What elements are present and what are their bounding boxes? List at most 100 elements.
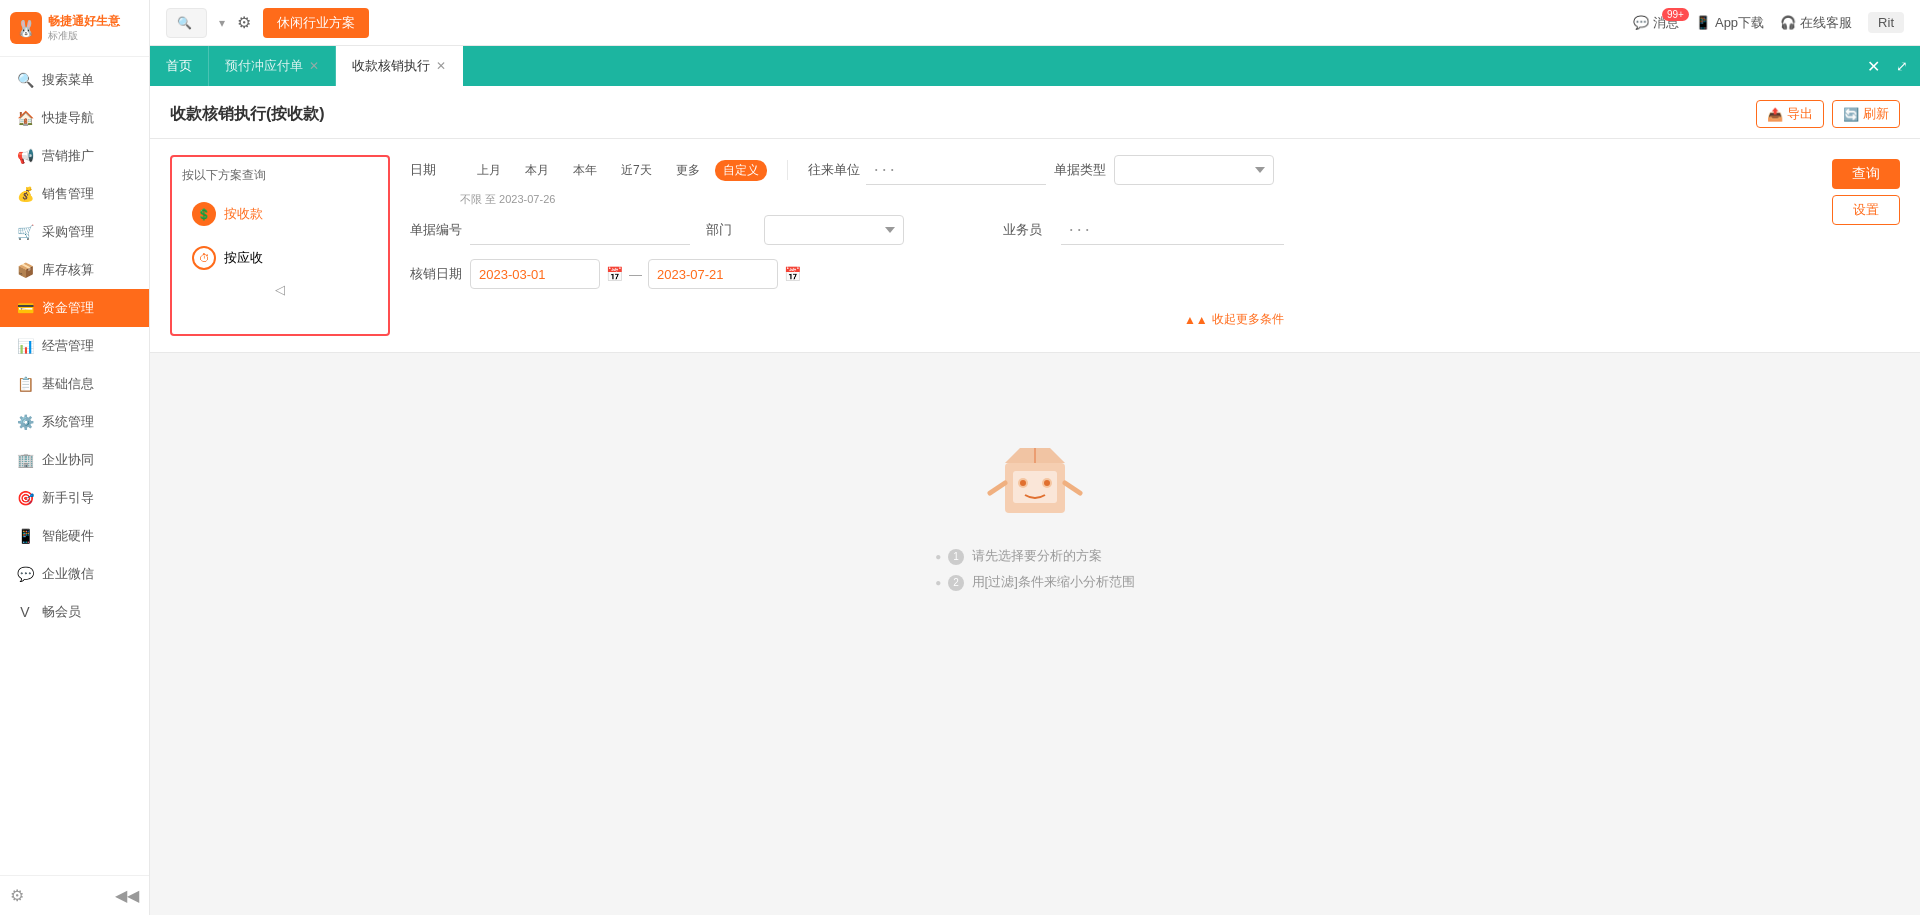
message-badge: 99+ xyxy=(1662,8,1689,21)
verify-date-label: 核销日期 xyxy=(410,265,462,283)
sidebar-item-operations[interactable]: 📊经营管理 xyxy=(0,327,149,365)
expand-tabs-icon[interactable]: ⤢ xyxy=(1892,54,1912,78)
verify-date-start[interactable] xyxy=(470,259,600,289)
date-shortcuts: 上月 本月 本年 近7天 更多 自定义 xyxy=(468,158,767,183)
topbar: 🔍 ▾ ⚙ 休闲行业方案 💬 消息 99+ 📱 App下载 🎧 在线客服 Rit xyxy=(150,0,1920,46)
sidebar-item-hardware[interactable]: 📱 智能硬件 xyxy=(0,517,149,555)
nav-label-sales: 销售管理 xyxy=(42,185,94,203)
sidebar-item-basic-info[interactable]: 📋基础信息 xyxy=(0,365,149,403)
filter-scheme-panel: 按以下方案查询 💲 按收款 ⏱ 按应收 ◁ xyxy=(170,155,390,336)
close-prepay-tab-icon[interactable]: ✕ xyxy=(309,59,319,73)
nav-label-wechat: 企业微信 xyxy=(42,565,94,583)
nav-label-hardware: 智能硬件 xyxy=(42,527,94,545)
sidebar-item-purchase[interactable]: 🛒采购管理 xyxy=(0,213,149,251)
filter-row-1: 日期 上月 本月 本年 近7天 更多 自定义 xyxy=(410,155,1284,185)
empty-hint-1: 1 请先选择要分析的方案 xyxy=(935,543,1135,569)
verify-date-end[interactable] xyxy=(648,259,778,289)
user-info[interactable]: Rit xyxy=(1868,12,1904,33)
nav-label-basic-info: 基础信息 xyxy=(42,375,94,393)
collapse-sidebar-icon[interactable]: ◀◀ xyxy=(115,886,139,905)
collapse-more-conditions[interactable]: ▲▲ 收起更多条件 xyxy=(410,303,1284,336)
date-this-year[interactable]: 本年 xyxy=(564,158,606,183)
date-last-month[interactable]: 上月 xyxy=(468,158,510,183)
solution-button[interactable]: 休闲行业方案 xyxy=(263,8,369,38)
tab-home[interactable]: 首页 xyxy=(150,46,209,86)
sidebar-item-system[interactable]: ⚙️系统管理 xyxy=(0,403,149,441)
finance-icon: 💳 xyxy=(16,299,34,317)
sidebar-item-guide[interactable]: 🎯新手引导 xyxy=(0,479,149,517)
hardware-icon: 📱 xyxy=(16,527,34,545)
tabbar-actions: ✕ ⤢ xyxy=(1855,46,1920,86)
sidebar-item-quick-nav[interactable]: 🏠快捷导航 xyxy=(0,99,149,137)
sidebar-item-member[interactable]: V畅会员 xyxy=(0,593,149,631)
sidebar-item-enterprise[interactable]: 🏢企业协同 xyxy=(0,441,149,479)
sidebar-item-wechat[interactable]: 💬企业微信 xyxy=(0,555,149,593)
mobile-icon: 📱 xyxy=(1695,15,1711,30)
sidebar: 🐰 畅捷通好生意 标准版 🔍搜索菜单🏠快捷导航📢营销推广💰销售管理🛒采购管理📦库… xyxy=(0,0,150,915)
nav-label-finance: 资金管理 xyxy=(42,299,94,317)
calendar-start-icon[interactable]: 📅 xyxy=(606,266,623,282)
receipts-tab-label: 收款核销执行 xyxy=(352,57,430,75)
counterpart-more-icon[interactable]: ··· xyxy=(874,159,898,180)
filter-row-2: 单据编号 部门 xyxy=(410,215,1284,245)
doc-no-field: 单据编号 xyxy=(410,215,690,245)
enterprise-icon: 🏢 xyxy=(16,451,34,469)
app-download-button[interactable]: 📱 App下载 xyxy=(1695,14,1764,32)
svg-point-6 xyxy=(1044,480,1050,486)
refresh-icon: 🔄 xyxy=(1843,107,1859,122)
tab-receipts[interactable]: 收款核销执行 ✕ xyxy=(336,46,463,86)
search-box[interactable]: 🔍 xyxy=(166,8,207,38)
filter-row-3: 核销日期 📅 — 📅 xyxy=(410,259,1284,289)
setting-button[interactable]: 设置 xyxy=(1832,195,1900,225)
nav-label-inventory: 库存核算 xyxy=(42,261,94,279)
marketing-icon: 📢 xyxy=(16,147,34,165)
sidebar-footer: ⚙ ◀◀ xyxy=(0,875,149,915)
headset-icon: 🎧 xyxy=(1780,15,1796,30)
date-custom-tag: 自定义 xyxy=(715,160,767,181)
verify-date-inputs: 📅 — 📅 xyxy=(470,259,801,289)
topbar-chevron-icon[interactable]: ▾ xyxy=(219,16,225,30)
page-title: 收款核销执行(按收款) xyxy=(170,104,325,125)
svg-point-4 xyxy=(1020,480,1026,486)
page-header: 收款核销执行(按收款) 📤 导出 🔄 刷新 xyxy=(150,86,1920,139)
nav-label-purchase: 采购管理 xyxy=(42,223,94,241)
online-service-button[interactable]: 🎧 在线客服 xyxy=(1780,14,1852,32)
svg-line-8 xyxy=(1065,483,1080,493)
sidebar-item-finance[interactable]: 💳 资金管理 xyxy=(0,289,149,327)
receipt-icon: 💲 xyxy=(192,202,216,226)
nav-label-member: 畅会员 xyxy=(42,603,81,621)
chevron-left-icon: ◁ xyxy=(275,282,285,297)
filter-by-receipt[interactable]: 💲 按收款 xyxy=(182,194,378,234)
date-7days[interactable]: 近7天 xyxy=(612,158,661,183)
settings-icon[interactable]: ⚙ xyxy=(10,886,24,905)
sidebar-item-search[interactable]: 🔍搜索菜单 xyxy=(0,61,149,99)
sidebar-item-marketing[interactable]: 📢营销推广 xyxy=(0,137,149,175)
by-receipt-label: 按收款 xyxy=(224,205,263,223)
staff-more-icon[interactable]: ··· xyxy=(1069,219,1093,240)
date-more[interactable]: 更多 xyxy=(667,158,709,183)
sidebar-item-sales[interactable]: 💰 销售管理 xyxy=(0,175,149,213)
topbar-right: 💬 消息 99+ 📱 App下载 🎧 在线客服 Rit xyxy=(1633,12,1904,33)
export-button[interactable]: 📤 导出 xyxy=(1756,100,1824,128)
system-icon: ⚙️ xyxy=(16,413,34,431)
calendar-end-icon[interactable]: 📅 xyxy=(784,266,801,282)
app-title: 畅捷通好生意 标准版 xyxy=(48,14,120,43)
filter-by-receivable[interactable]: ⏱ 按应收 xyxy=(182,238,378,278)
topbar-gear-icon[interactable]: ⚙ xyxy=(237,13,251,32)
date-this-month[interactable]: 本月 xyxy=(516,158,558,183)
action-buttons: 查询 设置 xyxy=(1832,155,1900,225)
message-button[interactable]: 💬 消息 99+ xyxy=(1633,14,1679,32)
close-all-tabs-icon[interactable]: ✕ xyxy=(1863,53,1884,80)
tab-prepay[interactable]: 预付冲应付单 ✕ xyxy=(209,46,336,86)
dept-select[interactable] xyxy=(764,215,904,245)
empty-hints: 1 请先选择要分析的方案 2 用[过滤]条件来缩小分析范围 xyxy=(935,543,1135,595)
query-button[interactable]: 查询 xyxy=(1832,159,1900,189)
close-receipts-tab-icon[interactable]: ✕ xyxy=(436,59,446,73)
empty-illustration xyxy=(985,433,1085,523)
filter-panel-collapse[interactable]: ◁ xyxy=(182,282,378,297)
sidebar-item-inventory[interactable]: 📦库存核算 xyxy=(0,251,149,289)
doc-type-select[interactable] xyxy=(1114,155,1274,185)
sales-icon: 💰 xyxy=(16,185,34,203)
nav-label-operations: 经营管理 xyxy=(42,337,94,355)
refresh-button[interactable]: 🔄 刷新 xyxy=(1832,100,1900,128)
